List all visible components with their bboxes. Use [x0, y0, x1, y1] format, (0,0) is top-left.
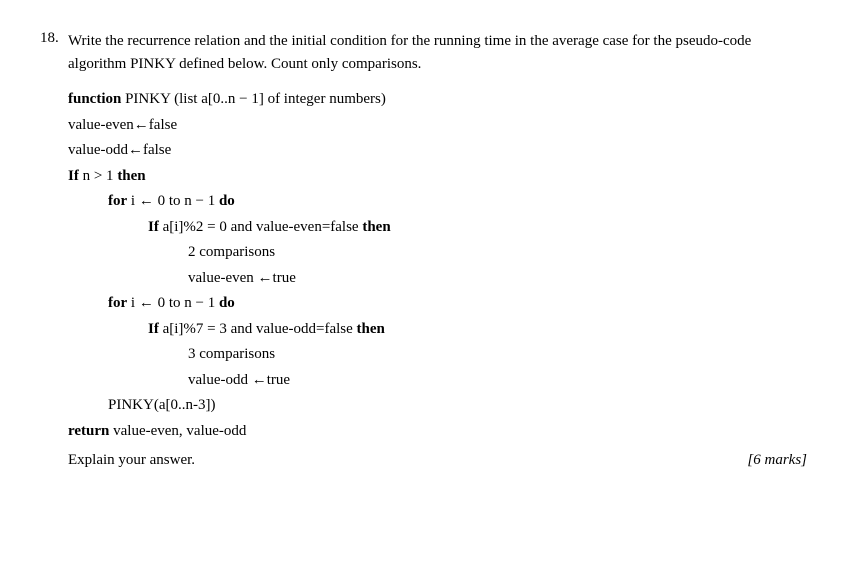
if2-keyword: If: [148, 321, 159, 337]
for1-range: i ← 0 to n − 1: [131, 193, 219, 209]
function-line: function PINKY (list a[0..n − 1] of inte…: [68, 87, 807, 113]
return-line: return value-even, value-odd: [68, 419, 807, 445]
question-body: Write the recurrence relation and the in…: [68, 30, 807, 469]
if1-keyword: If: [148, 219, 159, 235]
for1-keyword: for: [108, 193, 127, 209]
if2-line: If a[i]%7 = 3 and value-odd=false then: [148, 317, 807, 343]
if-n-line: If n > 1 then: [68, 164, 807, 190]
then-keyword: then: [117, 168, 145, 184]
if-keyword: If: [68, 168, 79, 184]
then1-keyword: then: [362, 219, 390, 235]
do1-keyword: do: [219, 193, 235, 209]
return-keyword: return: [68, 423, 109, 439]
value-even-init: value-even←false: [68, 113, 807, 139]
assign1-line: value-even ←true: [188, 266, 807, 292]
return-values: value-even, value-odd: [113, 423, 246, 439]
if2-condition: a[i]%7 = 3 and value-odd=false: [163, 321, 357, 337]
comp1-line: 2 comparisons: [188, 240, 807, 266]
question-number: 18.: [40, 30, 68, 469]
explain-text: Explain your answer.: [68, 452, 195, 469]
if-n-condition: n > 1: [83, 168, 118, 184]
then2-keyword: then: [357, 321, 385, 337]
footer-row: Explain your answer. [6 marks]: [68, 452, 807, 469]
recursive-call-line: PINKY(a[0..n-3]): [108, 393, 807, 419]
function-signature: PINKY (list a[0..n − 1] of integer numbe…: [121, 91, 386, 107]
for2-line: for i ← 0 to n − 1 do: [108, 291, 807, 317]
question-container: 18. Write the recurrence relation and th…: [40, 30, 807, 469]
marks-label: [6 marks]: [747, 452, 807, 469]
for1-line: for i ← 0 to n − 1 do: [108, 189, 807, 215]
for2-keyword: for: [108, 295, 127, 311]
if1-line: If a[i]%2 = 0 and value-even=false then: [148, 215, 807, 241]
for2-range: i ← 0 to n − 1: [131, 295, 219, 311]
question-intro: Write the recurrence relation and the in…: [68, 30, 807, 75]
value-odd-init: value-odd←false: [68, 138, 807, 164]
assign2-line: value-odd ←true: [188, 368, 807, 394]
if1-condition: a[i]%2 = 0 and value-even=false: [163, 219, 363, 235]
function-keyword: function: [68, 91, 121, 107]
code-block: function PINKY (list a[0..n − 1] of inte…: [68, 87, 807, 444]
do2-keyword: do: [219, 295, 235, 311]
comp2-line: 3 comparisons: [188, 342, 807, 368]
